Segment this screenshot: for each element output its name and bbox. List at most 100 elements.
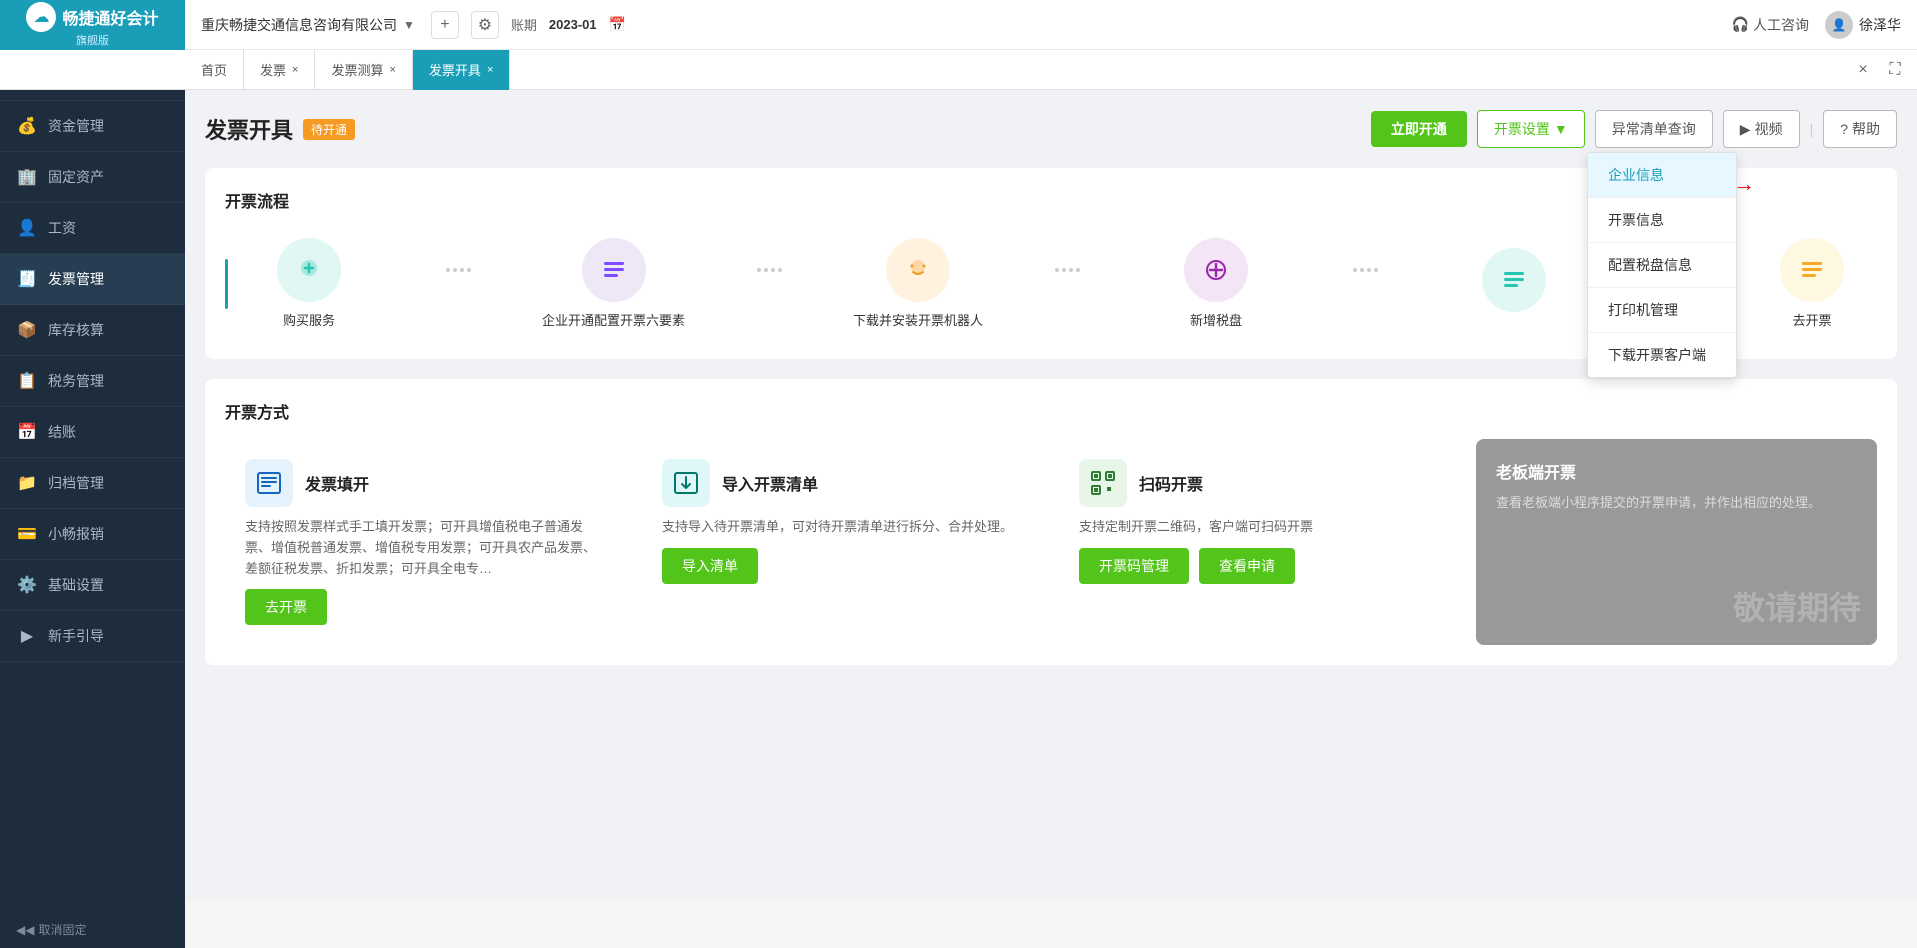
dropdown-item-download-label: 下载开票客户端 (1608, 347, 1706, 363)
dropdown-item-printer[interactable]: 打印机管理 (1588, 288, 1736, 333)
checkout-icon: 📅 (16, 421, 38, 443)
page-header: 发票开具 待开通 立即开通 开票设置 ▼ 异常清单查询 ▶ 视频 | ? 帮助 … (205, 110, 1897, 148)
sidebar-item-invoice[interactable]: 🧾 发票管理 (0, 254, 185, 305)
status-badge: 待开通 (303, 119, 355, 140)
connector-4 (1281, 268, 1449, 300)
tab-invoice-open-close[interactable]: × (487, 64, 493, 76)
flow-step-6-icon (1780, 238, 1844, 302)
flow-step-2-icon (582, 238, 646, 302)
sidebar-item-guide[interactable]: ▶ 新手引导 (0, 611, 185, 662)
dropdown-item-company[interactable]: 企业信息 → (1588, 153, 1736, 198)
settings-icon[interactable]: ⚙ (471, 11, 499, 39)
close-window-button[interactable]: × (1849, 56, 1877, 84)
flow-step-1: 购买服务 (244, 238, 374, 329)
period-label: 账期 (511, 15, 537, 34)
user-info[interactable]: 👤 徐泽华 (1825, 11, 1901, 39)
settings-dropdown: 企业信息 → 开票信息 配置税盘信息 打印机管理 下载开票客户端 (1587, 152, 1737, 378)
sidebar-item-label: 工资 (48, 218, 76, 238)
method-fill-btn[interactable]: 去开票 (245, 589, 327, 625)
help-icon: ? (1840, 121, 1848, 137)
add-icon[interactable]: + (431, 11, 459, 39)
dropdown-item-download[interactable]: 下载开票客户端 (1588, 333, 1736, 377)
method-scan-icon (1079, 459, 1127, 507)
page-title-area: 发票开具 待开通 (205, 113, 355, 145)
help-button[interactable]: ? 帮助 (1823, 110, 1897, 148)
consult-button[interactable]: 🎧 人工咨询 (1732, 15, 1809, 35)
maximize-window-button[interactable]: ⛶ (1881, 56, 1909, 84)
company-dropdown-icon: ▼ (403, 18, 415, 32)
flow-step-5-icon (1482, 248, 1546, 312)
flow-step-5 (1449, 248, 1579, 320)
tab-invoice-calc[interactable]: 发票测算 × (315, 50, 412, 90)
method-import-btn[interactable]: 导入清单 (662, 548, 758, 584)
top-header: ☁ 畅捷通好会计 旗舰版 重庆畅捷交通信息咨询有限公司 ▼ + ⚙ 账期 202… (0, 0, 1917, 50)
method-scan-btn1[interactable]: 开票码管理 (1079, 548, 1189, 584)
sidebar-item-expense[interactable]: 💳 小畅报销 (0, 509, 185, 560)
header-actions: + ⚙ 账期 2023-01 📅 (431, 11, 626, 39)
sidebar-item-checkout[interactable]: 📅 结账 (0, 407, 185, 458)
dropdown-item-taxdisk-label: 配置税盘信息 (1608, 257, 1692, 273)
logo-area: ☁ 畅捷通好会计 旗舰版 (0, 0, 185, 50)
settings-sidebar-icon: ⚙️ (16, 574, 38, 596)
dropdown-item-printer-label: 打印机管理 (1608, 302, 1678, 318)
sidebar-item-tax[interactable]: 📋 税务管理 (0, 356, 185, 407)
settings-dropdown-arrow: ▼ (1554, 121, 1568, 137)
connector-3 (983, 268, 1151, 300)
method-boss-title: 老板端开票 (1496, 459, 1576, 483)
settings-button-label: 开票设置 (1494, 119, 1550, 139)
dropdown-item-invoice-info[interactable]: 开票信息 (1588, 198, 1736, 243)
sidebar-item-label: 发票管理 (48, 269, 104, 289)
sidebar-item-label: 基础设置 (48, 575, 104, 595)
exception-button[interactable]: 异常清单查询 (1595, 110, 1713, 148)
flow-step-2-label: 企业开通配置开票六要素 (542, 310, 685, 329)
sidebar-item-assets[interactable]: 🏢 固定资产 (0, 152, 185, 203)
method-boss-header: 老板端开票 (1496, 459, 1857, 483)
sidebar-item-label: 税务管理 (48, 371, 104, 391)
flow-step-4-label: 新增税盘 (1190, 310, 1242, 329)
sidebar-item-archive[interactable]: 📁 归档管理 (0, 458, 185, 509)
flow-step-1-icon (277, 238, 341, 302)
method-fill-icon (245, 459, 293, 507)
header-right: 🎧 人工咨询 👤 徐泽华 (1732, 11, 1901, 39)
tab-window-buttons: × ⛶ (1849, 56, 1917, 84)
tab-invoice-calc-close[interactable]: × (389, 64, 395, 76)
tab-invoice[interactable]: 发票 × (244, 50, 315, 90)
flow-step-2: 企业开通配置开票六要素 (542, 238, 685, 329)
consult-label: 人工咨询 (1753, 15, 1809, 35)
dropdown-item-invoice-info-label: 开票信息 (1608, 212, 1664, 228)
flow-step-3: 下载并安装开票机器人 (853, 238, 983, 329)
sidebar-item-funds[interactable]: 💰 资金管理 (0, 101, 185, 152)
dropdown-item-company-label: 企业信息 (1608, 167, 1664, 183)
main-content: 发票开具 待开通 立即开通 开票设置 ▼ 异常清单查询 ▶ 视频 | ? 帮助 … (185, 90, 1917, 898)
settings-button[interactable]: 开票设置 ▼ (1477, 110, 1585, 148)
red-arrow: → (1733, 171, 1755, 197)
funds-icon: 💰 (16, 115, 38, 137)
method-boss-desc: 查看老板端小程序提交的开票申请，并作出相应的处理。 (1496, 493, 1857, 514)
period-value: 2023-01 (549, 17, 597, 32)
archive-icon: 📁 (16, 472, 38, 494)
method-import-header: 导入开票清单 (662, 459, 1023, 507)
dropdown-item-taxdisk[interactable]: 配置税盘信息 (1588, 243, 1736, 288)
activate-button[interactable]: 立即开通 (1371, 111, 1467, 147)
flow-step-4: 新增税盘 (1151, 238, 1281, 329)
method-fill-desc: 支持按照发票样式手工填开发票；可开具增值税电子普通发票、增值税普通发票、增值税专… (245, 517, 606, 579)
sidebar-item-salary[interactable]: 👤 工资 (0, 203, 185, 254)
calendar-icon[interactable]: 📅 (609, 16, 626, 33)
flow-step-6: 去开票 (1747, 238, 1877, 329)
video-button[interactable]: ▶ 视频 (1723, 110, 1800, 148)
sidebar-item-settings[interactable]: ⚙️ 基础设置 (0, 560, 185, 611)
tab-invoice-close[interactable]: × (292, 64, 298, 76)
flow-step-1-label: 购买服务 (283, 310, 335, 329)
sidebar-collapse[interactable]: ◀◀ 取消固定 (0, 911, 185, 948)
salary-icon: 👤 (16, 217, 38, 239)
sidebar-item-inventory[interactable]: 📦 库存核算 (0, 305, 185, 356)
tab-invoice-label: 发票 (260, 60, 286, 79)
tab-home[interactable]: 首页 (185, 50, 244, 90)
sidebar-item-label: 固定资产 (48, 167, 104, 187)
app-subtitle: 旗舰版 (76, 32, 109, 48)
method-scan-btn2[interactable]: 查看申请 (1199, 548, 1295, 584)
method-scan-header: 扫码开票 (1079, 459, 1440, 507)
divider: | (1810, 121, 1814, 137)
tab-invoice-open[interactable]: 发票开具 × (413, 50, 510, 90)
company-selector[interactable]: 重庆畅捷交通信息咨询有限公司 ▼ (201, 15, 415, 35)
